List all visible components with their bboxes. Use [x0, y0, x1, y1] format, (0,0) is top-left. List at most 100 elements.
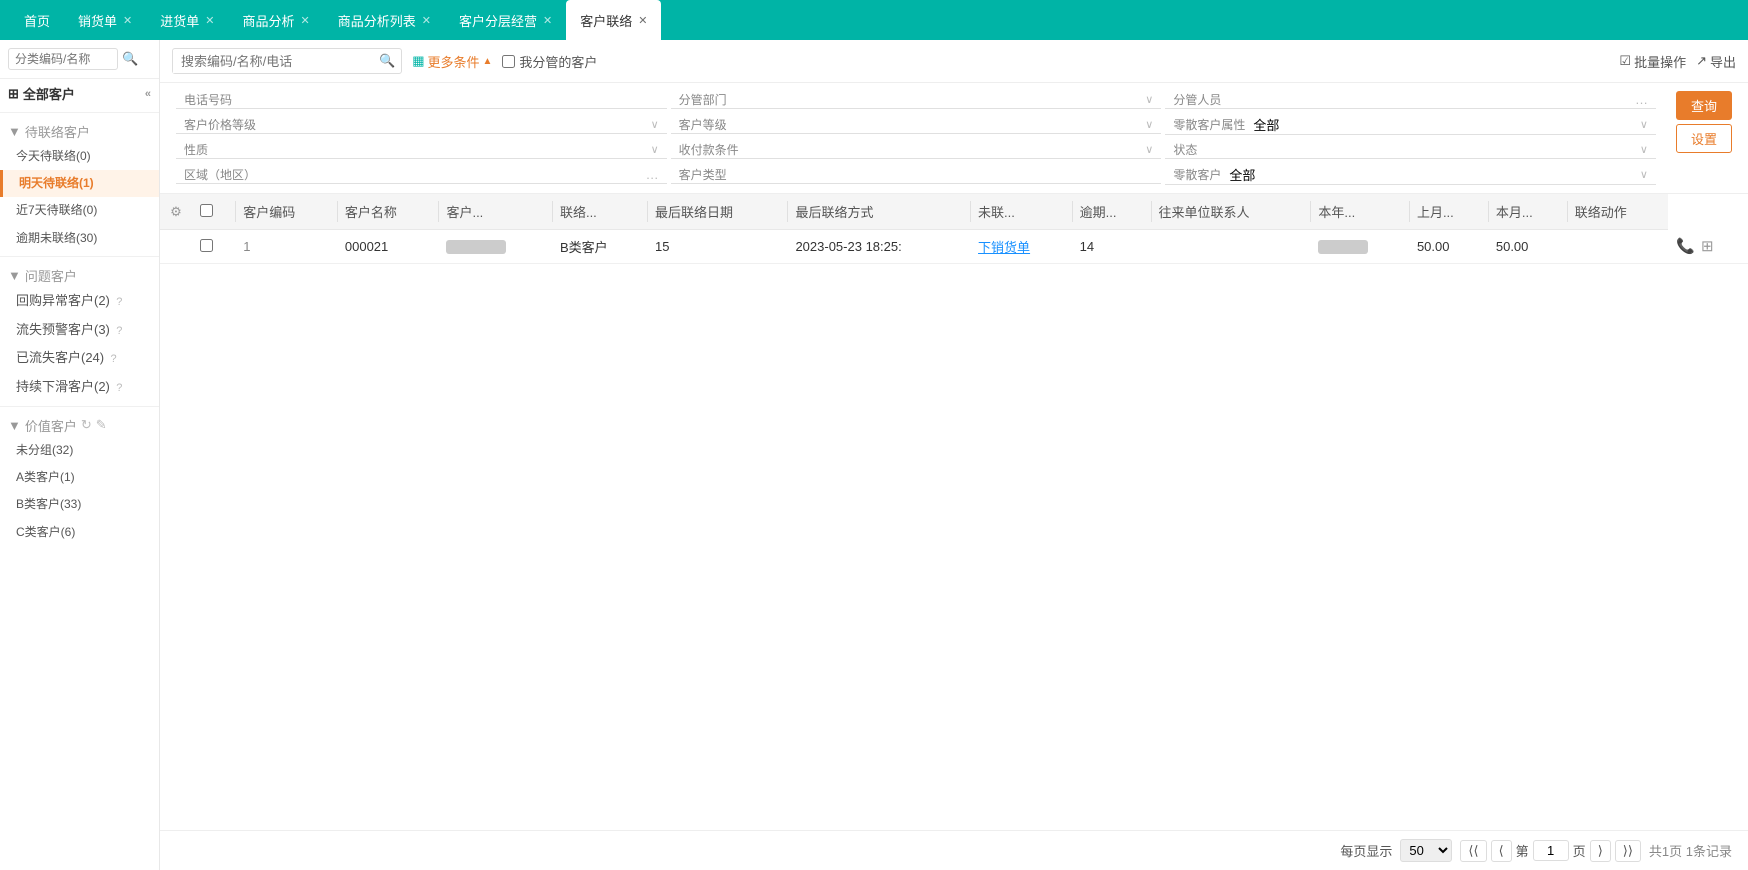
filter-customer-grade: 客户等级 ∨ [671, 116, 1162, 134]
batch-btn[interactable]: ☑ 批量操作 [1619, 52, 1686, 71]
col-contact-person: 往来单位联系人 [1151, 194, 1311, 230]
table-row: 1 000021 B类客户 15 2023-05-23 18:25: 下销货单 … [160, 230, 1748, 264]
filter-customer-grade-icon[interactable]: ∨ [1145, 118, 1153, 131]
nav-home[interactable]: 首页 [10, 0, 64, 40]
sidebar-collapse-icon[interactable]: « [145, 88, 151, 100]
filter-scattered-attr-label: 零散客户属性 [1173, 116, 1245, 133]
col-gear: ⚙ [160, 194, 192, 230]
sidebar-group-value: ▼ 价值客户 ↻ ✎ [0, 411, 159, 437]
search-bar-right: ☑ 批量操作 ↗ 导出 [1619, 52, 1736, 71]
nav-product-analysis[interactable]: 商品分析 ✕ [228, 0, 323, 40]
sidebar-item-7days[interactable]: 近7天待联络(0) [0, 197, 159, 224]
filter-phone-input[interactable] [240, 92, 659, 107]
row-last-method-link[interactable]: 下销货单 [978, 240, 1030, 255]
per-page-select[interactable]: 10 20 50 100 [1400, 839, 1452, 862]
filter-price-grade: 客户价格等级 ∨ [176, 116, 667, 134]
sidebar-item-class-b[interactable]: B类客户(33) [0, 491, 159, 518]
filter-manager-dots[interactable]: … [1635, 92, 1648, 107]
filter-scattered-attr-value: 全部 [1253, 115, 1640, 134]
filter-dept-dropdown-icon[interactable]: ∨ [1145, 93, 1153, 106]
nav-customer-tier[interactable]: 客户分层经营 ✕ [445, 0, 566, 40]
filter-payment-icon[interactable]: ∨ [1145, 143, 1153, 156]
page-last-btn[interactable]: ⟩⟩ [1615, 840, 1641, 862]
col-overdue: 逾期... [1072, 194, 1151, 230]
sidebar-item-class-a[interactable]: A类客户(1) [0, 464, 159, 491]
pagination: ⟨⟨ ⟨ 第 页 ⟩ ⟩⟩ [1460, 840, 1641, 862]
sidebar-group-value-arrow[interactable]: ▼ [8, 418, 21, 433]
top-nav: 首页 销货单 ✕ 进货单 ✕ 商品分析 ✕ 商品分析列表 ✕ 客户分层经营 ✕ … [0, 0, 1748, 40]
page-first-btn[interactable]: ⟨⟨ [1460, 840, 1486, 862]
sidebar-item-today[interactable]: 今天待联络(0) [0, 143, 159, 170]
row-gear-cell [160, 230, 192, 264]
filter-manager: 分管人员 … [1165, 91, 1656, 109]
sidebar-item-lost-warning[interactable]: 流失预警客户(3) ? [0, 316, 159, 345]
sidebar-group-value-edit[interactable]: ✎ [96, 417, 107, 433]
sidebar-all-customers[interactable]: ⊞ 全部客户 « [0, 79, 159, 108]
settings-btn[interactable]: 设置 [1676, 124, 1732, 153]
sidebar-item-tomorrow[interactable]: 明天待联络(1) [0, 170, 159, 197]
filter-region: 区域（地区） … [176, 166, 667, 184]
col-contact-count: 联络... [552, 194, 647, 230]
filter-customer-type: 客户类型 [671, 166, 1162, 184]
nav-close-customer-tier[interactable]: ✕ [543, 14, 552, 27]
settings-gear-icon[interactable]: ⚙ [170, 204, 182, 219]
col-last-contact-date: 最后联络日期 [647, 194, 787, 230]
filter-department: 分管部门 ∨ [671, 91, 1162, 109]
row-uncontacted-cell: 14 [1072, 230, 1151, 264]
filter-payment-label: 收付款条件 [679, 141, 739, 158]
filter-scattered-label: 零散客户 [1173, 166, 1221, 183]
main-layout: 🔍 ⊞ 全部客户 « ▼ 待联络客户 今天待联络(0) 明天待联络(1) 近7天… [0, 40, 1748, 870]
my-customers-checkbox[interactable] [502, 55, 515, 68]
action-phone-icon[interactable]: 📞 [1676, 237, 1695, 255]
row-checkbox[interactable] [200, 239, 213, 252]
filter-nature-icon[interactable]: ∨ [651, 143, 659, 156]
action-grid-icon[interactable]: ⊞ [1701, 237, 1714, 255]
sidebar-group-value-refresh[interactable]: ↻ [81, 417, 92, 433]
nav-close-product-analysis[interactable]: ✕ [301, 14, 310, 27]
sidebar-item-lost[interactable]: 已流失客户(24) ? [0, 344, 159, 373]
filter-customer-grade-label: 客户等级 [679, 116, 727, 133]
page-input[interactable] [1533, 840, 1569, 861]
sidebar-search-input[interactable] [8, 48, 118, 70]
filter-nature-label: 性质 [184, 141, 208, 158]
filter-dept-label: 分管部门 [679, 91, 727, 108]
sidebar-group-pending-arrow[interactable]: ▼ [8, 124, 21, 139]
row-contact-person-cell [1310, 230, 1409, 264]
nav-purchase-order[interactable]: 进货单 ✕ [146, 0, 228, 40]
sidebar-divider-2 [0, 256, 159, 257]
nav-product-analysis-list[interactable]: 商品分析列表 ✕ [324, 0, 445, 40]
search-submit-icon[interactable]: 🔍 [373, 49, 401, 73]
sidebar-item-ungrouped[interactable]: 未分组(32) [0, 437, 159, 464]
row-index-cell: 1 [235, 230, 337, 264]
sidebar-group-problem-arrow[interactable]: ▼ [8, 268, 21, 283]
filter-scattered-icon[interactable]: ∨ [1640, 168, 1648, 181]
sidebar-group-pending: ▼ 待联络客户 [0, 117, 159, 143]
export-btn[interactable]: ↗ 导出 [1696, 52, 1736, 71]
sidebar-item-declining[interactable]: 持续下滑客户(2) ? [0, 373, 159, 402]
filter-price-grade-icon[interactable]: ∨ [651, 118, 659, 131]
filter-scattered-attr-icon[interactable]: ∨ [1640, 118, 1648, 131]
total-text: 共1页 1条记录 [1649, 841, 1732, 860]
filter-status-icon[interactable]: ∨ [1640, 143, 1648, 156]
search-input[interactable] [173, 50, 373, 73]
nav-sales-order[interactable]: 销货单 ✕ [64, 0, 146, 40]
query-btn[interactable]: 查询 [1676, 91, 1732, 120]
row-contact-person-blurred [1318, 240, 1368, 254]
nav-close-customer-contact[interactable]: ✕ [638, 14, 647, 27]
sidebar-item-overdue[interactable]: 逾期未联络(30) [0, 225, 159, 252]
page-next-btn[interactable]: ⟩ [1590, 840, 1611, 862]
select-all-checkbox[interactable] [200, 204, 213, 217]
nav-close-product-analysis-list[interactable]: ✕ [422, 14, 431, 27]
nav-close-sales-order[interactable]: ✕ [123, 14, 132, 27]
row-name-blurred [446, 240, 506, 254]
sidebar-search-icon[interactable]: 🔍 [122, 51, 138, 67]
sidebar-item-class-c[interactable]: C类客户(6) [0, 519, 159, 546]
filter-row-1: 电话号码 分管部门 ∨ 分管人员 … [176, 91, 1660, 109]
nav-customer-contact[interactable]: 客户联络 ✕ [566, 0, 661, 40]
sidebar-item-abnormal[interactable]: 回购异常客户(2) ? [0, 287, 159, 316]
row-code-cell: 000021 [337, 230, 439, 264]
page-prev-btn[interactable]: ⟨ [1491, 840, 1512, 862]
filter-region-dots[interactable]: … [646, 167, 659, 182]
more-filter-btn[interactable]: ▦ 更多条件 ▲ [412, 52, 492, 71]
nav-close-purchase-order[interactable]: ✕ [205, 14, 214, 27]
